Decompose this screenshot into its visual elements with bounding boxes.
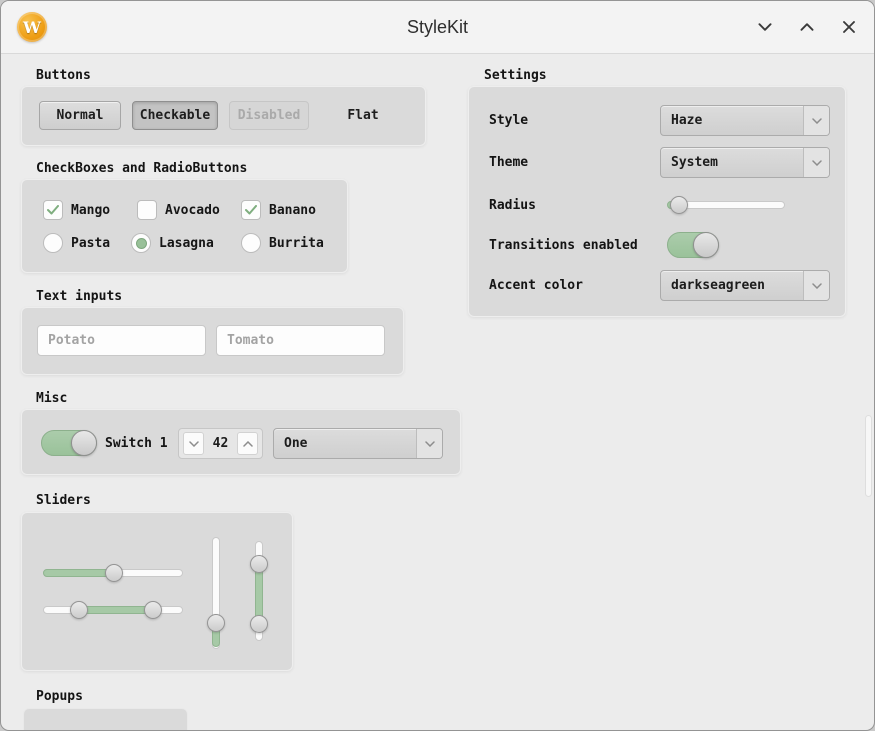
scrollbar-thumb[interactable]	[865, 415, 872, 497]
radius-label: Radius	[489, 198, 536, 213]
text-inputs-section-label: Text inputs	[36, 289, 123, 304]
chevron-down-icon	[416, 429, 442, 458]
combo-value: Haze	[671, 113, 703, 128]
radio-burrita[interactable]: Burrita	[241, 232, 324, 254]
titlebar: W StyleKit	[1, 1, 874, 54]
spinbox[interactable]: 42	[178, 428, 263, 459]
accent-color-label: Accent color	[489, 278, 583, 293]
popups-section-label: Popups	[36, 689, 83, 704]
radio-label: Pasta	[71, 235, 111, 251]
horizontal-range-slider[interactable]	[43, 601, 183, 619]
spin-up-button[interactable]	[237, 432, 258, 455]
checkbox-icon	[241, 200, 261, 220]
transitions-label: Transitions enabled	[489, 238, 638, 253]
vertical-slider-1[interactable]	[207, 537, 225, 649]
popups-widget-partial[interactable]	[23, 708, 188, 730]
normal-button[interactable]: Normal	[39, 101, 121, 130]
radio-icon	[241, 233, 261, 253]
radio-pasta[interactable]: Pasta	[43, 232, 110, 254]
vertical-range-slider[interactable]	[250, 541, 268, 641]
radio-icon	[43, 233, 63, 253]
theme-combobox[interactable]: System	[660, 147, 830, 178]
spin-value: 42	[212, 436, 229, 451]
chevron-down-icon	[803, 271, 829, 300]
style-label: Style	[489, 113, 529, 128]
disabled-button: Disabled	[229, 101, 309, 130]
accent-color-combobox[interactable]: darkseagreen	[660, 270, 830, 301]
horizontal-slider-1[interactable]	[43, 564, 183, 582]
maximize-button[interactable]	[794, 14, 820, 40]
window-controls	[752, 1, 862, 53]
transitions-toggle[interactable]	[667, 232, 719, 258]
switch-1-label: Switch 1	[105, 436, 168, 451]
slider-handle[interactable]	[670, 196, 688, 214]
minimize-button[interactable]	[752, 14, 778, 40]
chevron-down-icon	[188, 440, 199, 447]
checkbox-label: Mango	[71, 202, 111, 218]
checkbox-mango[interactable]: Mango	[43, 199, 110, 221]
checkbox-label: Banano	[269, 202, 316, 218]
radius-slider[interactable]	[667, 196, 785, 214]
checkbox-icon	[43, 200, 63, 220]
slider-handle[interactable]	[105, 564, 123, 582]
checkbox-banano[interactable]: Banano	[241, 199, 316, 221]
checks-groupbox	[21, 179, 348, 273]
slider-handle-low[interactable]	[250, 555, 268, 573]
chevron-down-icon	[803, 106, 829, 135]
radio-label: Burrita	[269, 235, 324, 251]
settings-section-label: Settings	[484, 68, 547, 83]
slider-handle-high[interactable]	[144, 601, 162, 619]
slider-handle-high[interactable]	[250, 615, 268, 633]
close-icon	[843, 21, 855, 33]
switch-knob	[71, 430, 97, 456]
chevron-down-icon	[803, 148, 829, 177]
tomato-input[interactable]	[216, 325, 385, 356]
app-window: W StyleKit Buttons Normal Checkable Disa…	[0, 0, 875, 731]
combo-value: One	[284, 436, 308, 451]
checkable-button[interactable]: Checkable	[132, 101, 218, 130]
window-title: StyleKit	[406, 16, 469, 37]
buttons-section-label: Buttons	[36, 68, 91, 83]
radio-lasagna[interactable]: Lasagna	[131, 232, 214, 254]
close-button[interactable]	[836, 14, 862, 40]
switch-1-toggle[interactable]	[41, 430, 97, 456]
slider-handle[interactable]	[207, 614, 225, 632]
checkbox-label: Avocado	[165, 202, 220, 218]
misc-combobox[interactable]: One	[273, 428, 443, 459]
slider-fill	[43, 569, 114, 577]
flat-button[interactable]: Flat	[333, 101, 393, 130]
chevron-up-icon	[800, 23, 814, 31]
radio-icon	[131, 233, 151, 253]
spin-down-button[interactable]	[183, 432, 204, 455]
style-combobox[interactable]: Haze	[660, 105, 830, 136]
checkbox-avocado[interactable]: Avocado	[137, 199, 220, 221]
theme-label: Theme	[489, 155, 529, 170]
chevron-up-icon	[242, 440, 253, 447]
combo-value: darkseagreen	[671, 278, 765, 293]
chevron-down-icon	[758, 23, 772, 31]
checkbox-icon	[137, 200, 157, 220]
sliders-section-label: Sliders	[36, 493, 91, 508]
switch-knob	[693, 232, 719, 258]
slider-fill	[79, 606, 153, 614]
potato-input[interactable]	[37, 325, 206, 356]
combo-value: System	[671, 155, 718, 170]
misc-section-label: Misc	[36, 391, 68, 406]
checks-section-label: CheckBoxes and RadioButtons	[36, 161, 248, 176]
slider-handle-low[interactable]	[70, 601, 88, 619]
radio-label: Lasagna	[159, 235, 214, 251]
